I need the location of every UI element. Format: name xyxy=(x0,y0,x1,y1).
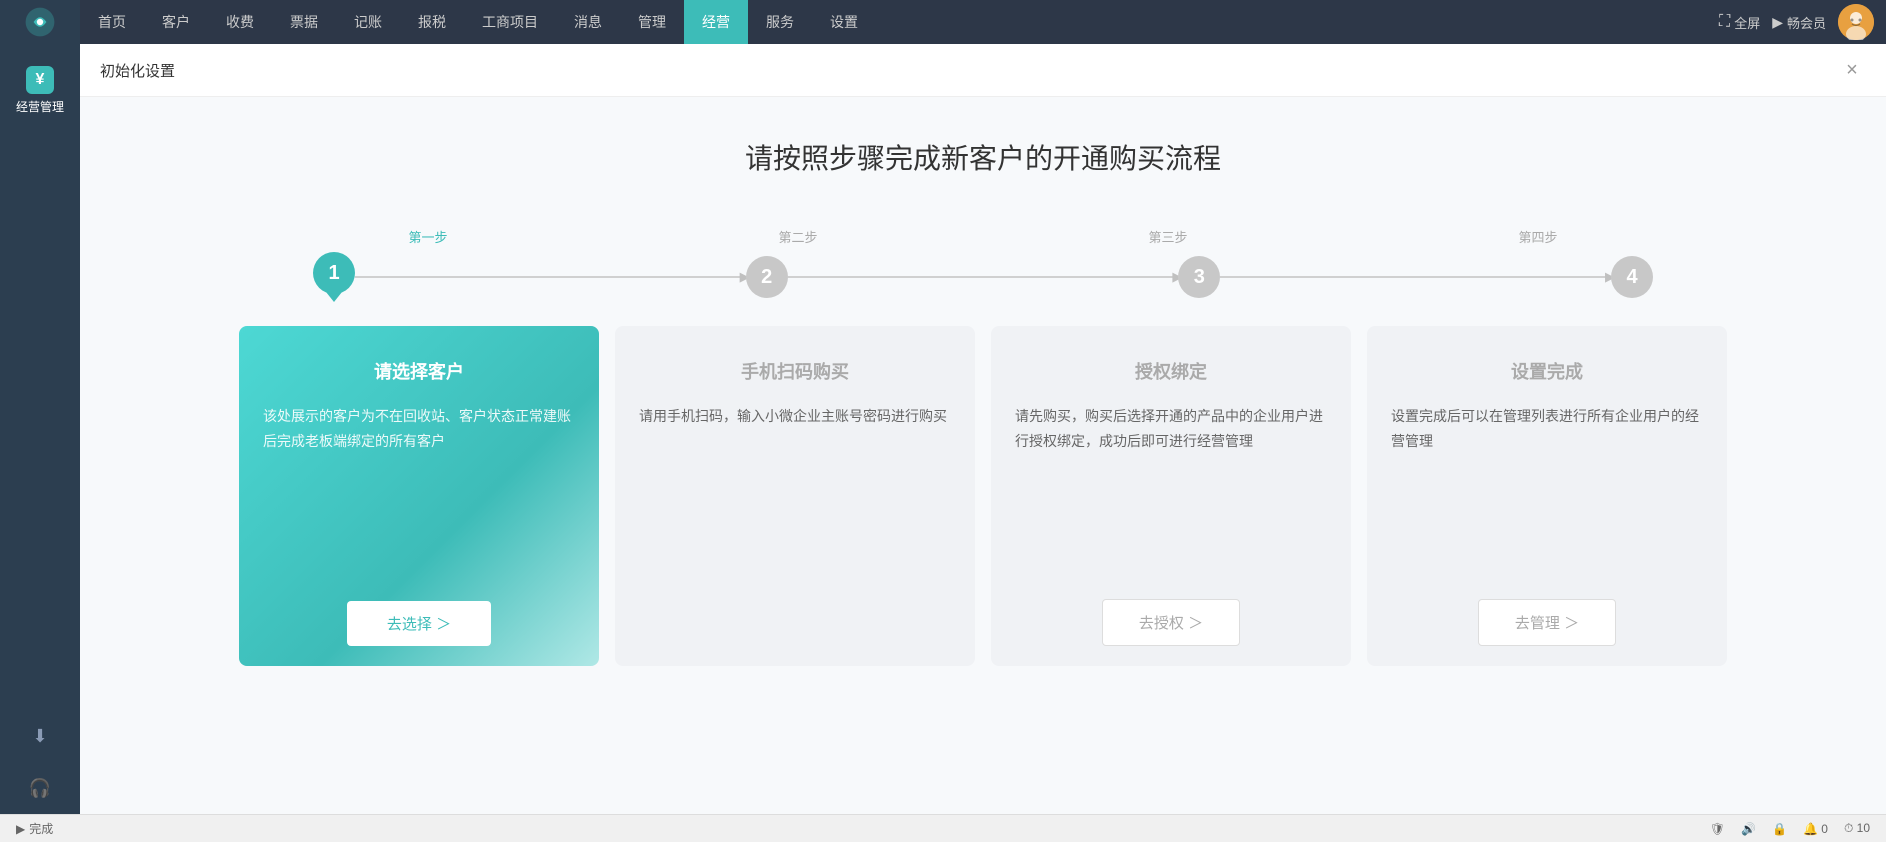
step-1-circle: 1 xyxy=(313,252,355,294)
status-label: 完成 xyxy=(29,820,53,837)
nav-tax[interactable]: 报税 xyxy=(400,0,464,44)
close-button[interactable]: × xyxy=(1838,56,1866,84)
step-card-4: 设置完成 设置完成后可以在管理列表进行所有企业用户的经营管理 去管理 ＞ xyxy=(1367,326,1727,666)
step-4-circle: 4 xyxy=(1611,256,1653,298)
logo xyxy=(0,0,80,44)
sidebar-item-download[interactable]: ⬇ xyxy=(0,710,80,762)
content-title: 初始化设置 xyxy=(100,60,175,81)
sidebar-item-headset[interactable]: 🎧 xyxy=(0,762,80,814)
nav-settings[interactable]: 设置 xyxy=(812,0,876,44)
sidebar-item-operation[interactable]: ¥ 经营管理 xyxy=(0,54,80,127)
card-2-title: 手机扫码购买 xyxy=(639,350,951,400)
nav-home[interactable]: 首页 xyxy=(80,0,144,44)
content-area: 初始化设置 × 请按照步骤完成新客户的开通购买流程 第一步 第二步 第三步 第四… xyxy=(80,44,1886,814)
yuan-icon: ¥ xyxy=(26,66,54,94)
time-icon: ⏱ 10 xyxy=(1844,821,1870,836)
card-3-desc: 请先购买，购买后选择开通的产品中的企业用户进行授权绑定，成功后即可进行经营管理 xyxy=(1015,404,1327,579)
step-2-circle-wrapper: 2 xyxy=(746,256,788,298)
fullscreen-label: 全屏 xyxy=(1734,13,1760,32)
play-status-btn[interactable]: ▶ 完成 xyxy=(16,820,53,837)
go-manage-button[interactable]: 去管理 ＞ xyxy=(1478,599,1616,646)
nav-fee[interactable]: 收费 xyxy=(208,0,272,44)
step-3-circle: 3 xyxy=(1178,256,1220,298)
status-bar-right: 🛡 🔊 🔒 🔔 0 ⏱ 10 xyxy=(1710,821,1870,836)
top-nav: 首页 客户 收费 票据 记账 报税 工商项目 消息 管理 经营 服务 设置 ⛶ … xyxy=(0,0,1886,44)
step-circles-row: 1 ▶ 2 ▶ 3 xyxy=(233,252,1733,302)
page-title: 请按照步骤完成新客户的开通购买流程 xyxy=(140,137,1826,177)
steps-container: 第一步 第二步 第三步 第四步 1 ▶ xyxy=(140,227,1826,666)
card-4-title: 设置完成 xyxy=(1391,350,1703,400)
avatar[interactable] xyxy=(1838,4,1874,40)
lock-status-icon: 🔒 xyxy=(1772,821,1787,836)
step-2-circle: 2 xyxy=(746,256,788,298)
step-card-3: 授权绑定 请先购买，购买后选择开通的产品中的企业用户进行授权绑定，成功后即可进行… xyxy=(991,326,1351,666)
card-4-desc: 设置完成后可以在管理列表进行所有企业用户的经营管理 xyxy=(1391,404,1703,579)
go-select-button[interactable]: 去选择 ＞ xyxy=(347,601,491,646)
nav-message[interactable]: 消息 xyxy=(556,0,620,44)
nav-right: ⛶ 全屏 ▶ 畅会员 xyxy=(1719,4,1886,40)
card-3-title: 授权绑定 xyxy=(1015,350,1327,400)
content-body: 请按照步骤完成新客户的开通购买流程 第一步 第二步 第三步 第四步 1 xyxy=(80,97,1886,814)
nav-account[interactable]: 记账 xyxy=(336,0,400,44)
play-icon: ▶ xyxy=(1772,14,1783,31)
card-1-btn-wrapper: 去选择 ＞ xyxy=(347,601,491,646)
step-4-circle-wrapper: 4 xyxy=(1611,256,1653,298)
line-3-4 xyxy=(1220,276,1609,278)
sidebar: ¥ 经营管理 ⬇ 🎧 xyxy=(0,44,80,814)
step-label-3: 第三步 xyxy=(983,227,1353,246)
notification-icon[interactable]: 🔔 0 xyxy=(1803,821,1828,836)
fullscreen-btn[interactable]: ⛶ 全屏 xyxy=(1719,13,1760,32)
card-1-desc: 该处展示的客户为不在回收站、客户状态正常建账后完成老板端绑定的所有客户 xyxy=(263,404,575,581)
fullscreen-icon: ⛶ xyxy=(1719,13,1730,31)
nav-operation[interactable]: 经营 xyxy=(684,0,748,44)
card-3-btn-wrapper: 去授权 ＞ xyxy=(1102,599,1240,646)
play-status-icon: ▶ xyxy=(16,822,25,836)
step-1-circle-wrapper: 1 xyxy=(313,252,355,302)
speaker-status-icon[interactable]: 🔊 xyxy=(1741,821,1756,836)
line-2-3 xyxy=(788,276,1177,278)
step-label-4: 第四步 xyxy=(1353,227,1723,246)
card-2-desc: 请用手机扫码，输入小微企业主账号密码进行购买 xyxy=(639,404,951,646)
card-4-btn-wrapper: 去管理 ＞ xyxy=(1478,599,1616,646)
shield-status-icon: 🛡 xyxy=(1710,821,1725,836)
step-3-circle-wrapper: 3 xyxy=(1178,256,1220,298)
step-card-2: 手机扫码购买 请用手机扫码，输入小微企业主账号密码进行购买 xyxy=(615,326,975,666)
nav-business[interactable]: 工商项目 xyxy=(464,0,556,44)
vip-btn[interactable]: ▶ 畅会员 xyxy=(1772,13,1826,32)
step-card-1: 请选择客户 该处展示的客户为不在回收站、客户状态正常建账后完成老板端绑定的所有客… xyxy=(239,326,599,666)
download-icon: ⬇ xyxy=(26,722,54,750)
vip-label: 畅会员 xyxy=(1787,13,1826,32)
status-bar: ▶ 完成 🛡 🔊 🔒 🔔 0 ⏱ 10 xyxy=(0,814,1886,842)
step-labels-row: 第一步 第二步 第三步 第四步 xyxy=(233,227,1733,246)
cards-row: 请选择客户 该处展示的客户为不在回收站、客户状态正常建账后完成老板端绑定的所有客… xyxy=(233,326,1733,666)
sidebar-item-label: 经营管理 xyxy=(16,98,64,115)
main-layout: ¥ 经营管理 ⬇ 🎧 初始化设置 × 请按照步骤完成新客户的开通购买流程 第一步… xyxy=(0,44,1886,814)
content-header: 初始化设置 × xyxy=(80,44,1886,97)
nav-manage[interactable]: 管理 xyxy=(620,0,684,44)
line-1-2 xyxy=(355,276,744,278)
nav-bill[interactable]: 票据 xyxy=(272,0,336,44)
go-authorize-button[interactable]: 去授权 ＞ xyxy=(1102,599,1240,646)
nav-customer[interactable]: 客户 xyxy=(144,0,208,44)
card-1-title: 请选择客户 xyxy=(263,350,575,400)
nav-service[interactable]: 服务 xyxy=(748,0,812,44)
step-label-2: 第二步 xyxy=(613,227,983,246)
nav-items: 首页 客户 收费 票据 记账 报税 工商项目 消息 管理 经营 服务 设置 xyxy=(80,0,1719,44)
headset-icon: 🎧 xyxy=(26,774,54,802)
step-label-1: 第一步 xyxy=(243,227,613,246)
